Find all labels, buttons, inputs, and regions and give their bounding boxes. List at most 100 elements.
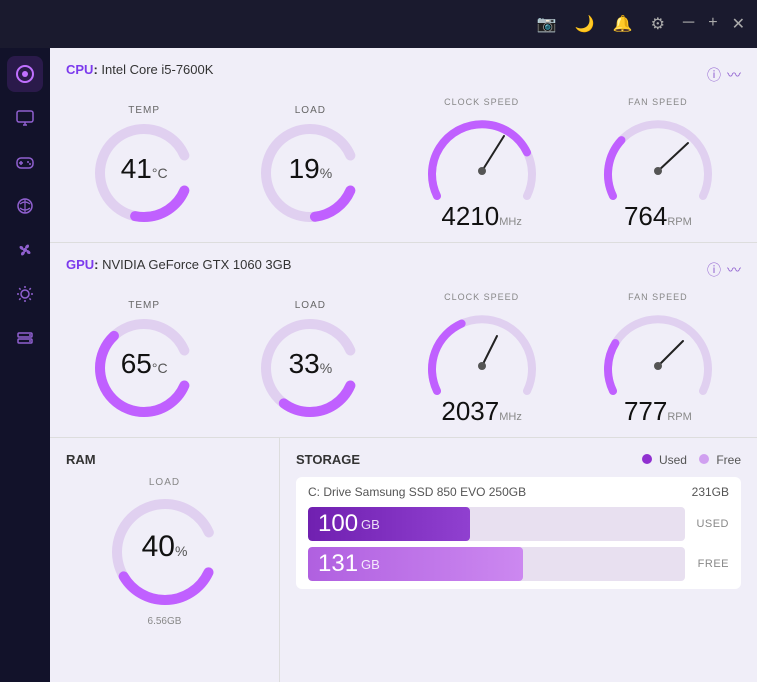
sidebar-item-monitor[interactable]	[7, 100, 43, 136]
drive-bars: 100 GB USED 131 GB	[308, 507, 729, 581]
sidebar-item-gamepad[interactable]	[7, 144, 43, 180]
bottom-section: RAM LOAD 40% 6.56GB STORAGE	[50, 438, 757, 682]
sidebar	[0, 48, 50, 682]
free-legend-label: Free	[716, 453, 741, 467]
gpu-load-unit: %	[320, 360, 332, 376]
cpu-clock-svg	[422, 111, 542, 211]
gpu-fan-gauge: FAN SPEED 777RPM	[598, 292, 718, 427]
gpu-fan-svg	[598, 306, 718, 406]
cpu-panel: CPU: Intel Core i5-7600K ⓘ 〰 TEMP 41°C	[50, 48, 757, 243]
gpu-label: GPU	[66, 257, 94, 272]
cpu-header-icons: ⓘ 〰	[707, 65, 741, 85]
used-bar-bg: 100 GB	[308, 507, 685, 541]
fan-icon	[15, 240, 35, 260]
drive-title-row: C: Drive Samsung SSD 850 EVO 250GB 231GB	[308, 485, 729, 499]
ram-load-value: 40	[142, 530, 175, 563]
storage-title: STORAGE	[296, 452, 360, 467]
main-content: CPU: Intel Core i5-7600K ⓘ 〰 TEMP 41°C	[50, 48, 757, 682]
gpu-temp-value-wrap: 65°C	[121, 348, 168, 380]
gamepad-icon	[15, 152, 35, 172]
used-legend-label: Used	[659, 453, 687, 467]
ram-load-label: LOAD	[149, 477, 180, 488]
gpu-load-value-wrap: 33%	[289, 348, 333, 380]
free-bar-row: 131 GB FREE	[308, 547, 729, 581]
gpu-load-gauge: LOAD 33%	[255, 300, 365, 420]
gpu-clock-gauge: CLOCK SPEED 2037MHz	[422, 292, 542, 427]
used-bar-value: 100	[318, 510, 358, 538]
gpu-chart-icon[interactable]: 〰	[727, 260, 741, 280]
cpu-temp-unit: °C	[152, 165, 168, 181]
main-layout: CPU: Intel Core i5-7600K ⓘ 〰 TEMP 41°C	[0, 48, 757, 682]
cpu-info-icon[interactable]: ⓘ	[707, 65, 721, 85]
gpu-temp-unit: °C	[152, 360, 168, 376]
cpu-load-value: 19	[289, 153, 320, 184]
free-legend-dot	[699, 454, 709, 464]
cpu-load-value-wrap: 19%	[289, 153, 333, 185]
moon-icon[interactable]: 🌙	[575, 14, 595, 34]
cpu-temp-value: 41	[121, 153, 152, 184]
cpu-chart-icon[interactable]: 〰	[727, 65, 741, 85]
gpu-header: GPU: NVIDIA GeForce GTX 1060 3GB ⓘ 〰	[66, 257, 741, 282]
storage-header: STORAGE Used Free	[296, 452, 741, 467]
used-bar-unit: GB	[361, 517, 380, 532]
used-bar-label: USED	[693, 518, 729, 530]
gpu-name: NVIDIA GeForce GTX 1060 3GB	[102, 257, 291, 272]
cpu-fan-gauge: FAN SPEED 764RPM	[598, 97, 718, 232]
gpu-clock-value-wrap: 2037MHz	[441, 396, 521, 427]
cpu-load-label: LOAD	[295, 105, 326, 116]
free-bar-value: 131	[318, 550, 358, 578]
gpu-clock-value: 2037	[441, 396, 499, 426]
cpu-fan-unit: RPM	[667, 216, 691, 228]
bell-icon[interactable]: 🔔	[613, 14, 633, 34]
ram-sub-label: 6.56GB	[148, 616, 182, 627]
ram-load-unit: %	[175, 543, 187, 559]
cpu-header: CPU: Intel Core i5-7600K ⓘ 〰	[66, 62, 741, 87]
storage-drive: C: Drive Samsung SSD 850 EVO 250GB 231GB…	[296, 477, 741, 589]
cpu-temp-value-wrap: 41°C	[121, 153, 168, 185]
sidebar-item-fan[interactable]	[7, 232, 43, 268]
gpu-info-icon[interactable]: ⓘ	[707, 260, 721, 280]
titlebar-icons: 📷 🌙 🔔 ⚙	[537, 14, 665, 34]
cpu-clock-unit: MHz	[499, 216, 522, 228]
gpu-temp-label: TEMP	[128, 300, 160, 311]
network-icon	[15, 196, 35, 216]
gpu-clock-svg	[422, 306, 542, 406]
sun-icon	[15, 284, 35, 304]
storage-panel: STORAGE Used Free C: Drive	[280, 438, 757, 682]
cpu-clock-value-wrap: 4210MHz	[441, 201, 521, 232]
sidebar-item-brightness[interactable]	[7, 276, 43, 312]
cpu-name: Intel Core i5-7600K	[101, 62, 213, 77]
close-button[interactable]: ✕	[732, 14, 745, 34]
used-bar-fill: 100 GB	[308, 507, 470, 541]
maximize-button[interactable]: +	[708, 14, 717, 34]
storage-icon	[15, 328, 35, 348]
ram-title: RAM	[66, 452, 263, 467]
used-bar-row: 100 GB USED	[308, 507, 729, 541]
minimize-button[interactable]: ─	[683, 14, 694, 34]
gpu-fan-label: FAN SPEED	[628, 292, 688, 302]
free-bar-fill: 131 GB	[308, 547, 523, 581]
cpu-load-gauge: LOAD 19%	[255, 105, 365, 225]
sidebar-item-home[interactable]	[7, 56, 43, 92]
gpu-temp-gauge: TEMP 65°C	[89, 300, 199, 420]
sidebar-item-storage[interactable]	[7, 320, 43, 356]
free-bar-bg: 131 GB	[308, 547, 685, 581]
free-legend-item: Free	[699, 453, 741, 467]
cpu-fan-svg	[598, 111, 718, 211]
home-icon	[15, 64, 35, 84]
free-bar-unit: GB	[361, 557, 380, 572]
ram-panel: RAM LOAD 40% 6.56GB	[50, 438, 280, 682]
cpu-title: CPU: Intel Core i5-7600K	[66, 62, 213, 77]
gpu-load-label: LOAD	[295, 300, 326, 311]
cpu-load-unit: %	[320, 165, 332, 181]
free-bar-label: FREE	[693, 558, 729, 570]
titlebar: 📷 🌙 🔔 ⚙ ─ + ✕	[0, 0, 757, 48]
cpu-clock-gauge: CLOCK SPEED 4210MHz	[422, 97, 542, 232]
gear-icon[interactable]: ⚙	[651, 14, 665, 34]
cpu-gauges-row: TEMP 41°C LOAD	[66, 97, 741, 232]
camera-icon[interactable]: 📷	[537, 14, 557, 34]
gpu-clock-unit: MHz	[499, 411, 522, 423]
cpu-fan-value-wrap: 764RPM	[624, 201, 692, 232]
gpu-fan-unit: RPM	[667, 411, 691, 423]
sidebar-item-network[interactable]	[7, 188, 43, 224]
